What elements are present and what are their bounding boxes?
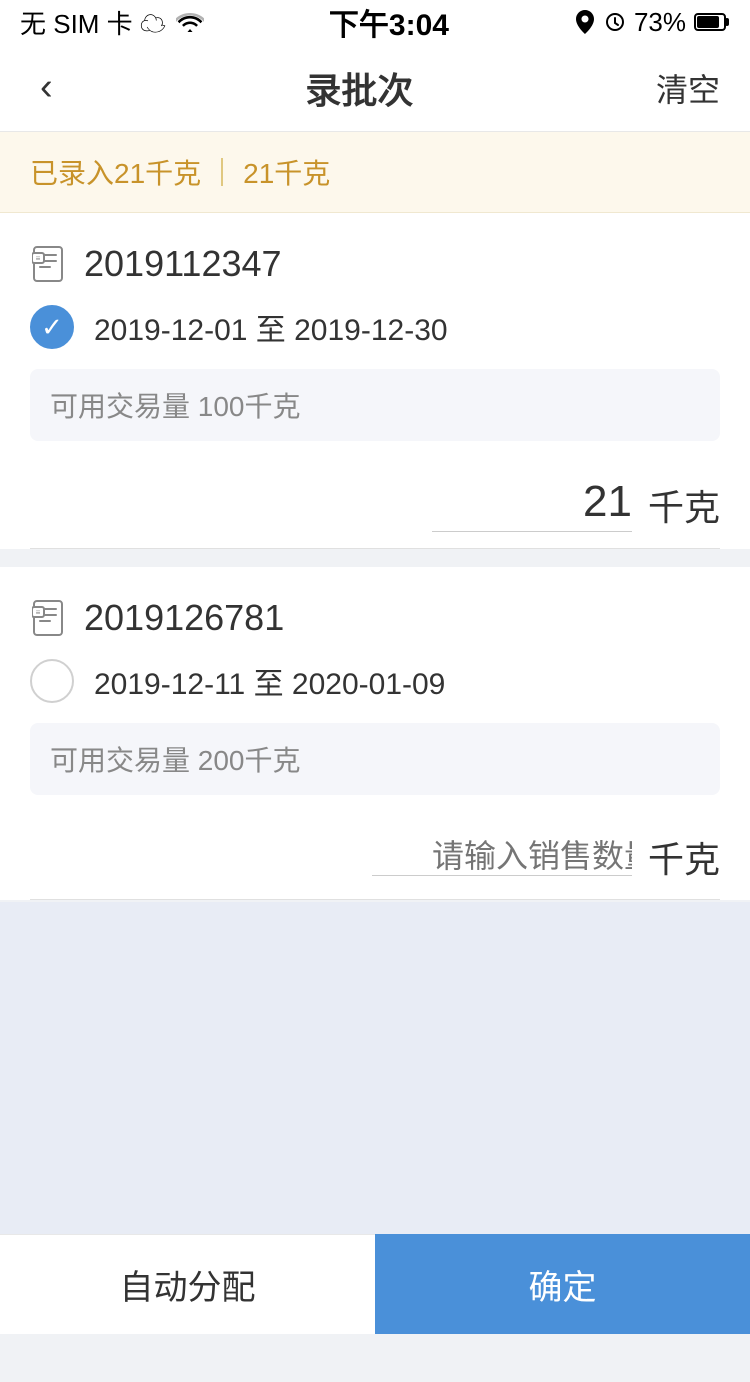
qty-row-1: 21 千克 (0, 461, 750, 548)
batch-header-1: ≡ 2019112347 (0, 213, 750, 295)
radio-unchecked-2[interactable] (30, 659, 74, 703)
status-right: 73% (574, 7, 730, 38)
location-icon (574, 9, 596, 35)
confirm-button[interactable]: 确定 (375, 1234, 750, 1334)
info-value: 21千克 (243, 152, 330, 192)
qty-input-2[interactable] (432, 838, 632, 875)
avail-text-2: 可用交易量 200千克 (50, 745, 301, 776)
batch-card-2: ≡ 2019126781 2019-12-11 至 2020-01-09 可用交… (0, 567, 750, 900)
nav-bar: ‹ 录批次 清空 (0, 44, 750, 132)
batch-row-2[interactable]: 2019-12-11 至 2020-01-09 (0, 649, 750, 713)
status-bar: 无 SIM 卡 ☁ 下午3:04 73% (0, 0, 750, 44)
content-area: ≡ 2019112347 ✓ 2019-12-01 至 2019-12-30 可… (0, 213, 750, 1382)
batch-date-2: 2019-12-11 至 2020-01-09 (94, 659, 445, 703)
wifi-icon (176, 11, 204, 33)
avail-text-1: 可用交易量 100千克 (50, 391, 301, 422)
avail-row-2: 可用交易量 200千克 (30, 723, 720, 795)
alarm-icon (604, 9, 626, 35)
info-label: 已录入21千克 (30, 152, 201, 192)
batch-id-2: 2019126781 (84, 597, 284, 639)
doc-icon-2: ≡ (30, 598, 70, 638)
batch-id-1: 2019112347 (84, 243, 282, 285)
qty-separator-2 (30, 899, 720, 900)
info-divider (221, 158, 223, 186)
sim-label: 无 SIM 卡 ☁ (20, 4, 166, 41)
batch-date-1: 2019-12-01 至 2019-12-30 (94, 305, 448, 349)
info-banner: 已录入21千克 21千克 (0, 132, 750, 213)
clear-button[interactable]: 清空 (656, 65, 720, 111)
status-left: 无 SIM 卡 ☁ (20, 4, 204, 41)
qty-separator-1 (30, 548, 720, 549)
checkmark-1: ✓ (41, 312, 63, 343)
status-time: 下午3:04 (329, 0, 449, 44)
unit-label-2: 千克 (648, 831, 720, 883)
batch-header-2: ≡ 2019126781 (0, 567, 750, 649)
qty-underline-1: 21 (432, 477, 632, 532)
batch-card-1: ≡ 2019112347 ✓ 2019-12-01 至 2019-12-30 可… (0, 213, 750, 549)
battery-label: 73% (634, 7, 686, 38)
spacer-1 (0, 551, 750, 567)
batch-row-1[interactable]: ✓ 2019-12-01 至 2019-12-30 (0, 295, 750, 359)
doc-icon-1: ≡ (30, 244, 70, 284)
page-title: 录批次 (305, 62, 413, 114)
qty-input-wrapper-2[interactable] (372, 838, 632, 876)
qty-value-1: 21 (583, 477, 632, 526)
input-row-2: 千克 (0, 815, 750, 899)
auto-distribute-button[interactable]: 自动分配 (0, 1234, 375, 1334)
empty-area (0, 902, 750, 1282)
battery-icon (694, 12, 730, 32)
radio-checked-1[interactable]: ✓ (30, 305, 74, 349)
qty-unit-1: 千克 (648, 479, 720, 531)
bottom-bar: 自动分配 确定 (0, 1234, 750, 1334)
back-button[interactable]: ‹ (30, 56, 63, 119)
avail-row-1: 可用交易量 100千克 (30, 369, 720, 441)
svg-text:≡: ≡ (36, 254, 41, 263)
svg-text:≡: ≡ (36, 608, 41, 617)
